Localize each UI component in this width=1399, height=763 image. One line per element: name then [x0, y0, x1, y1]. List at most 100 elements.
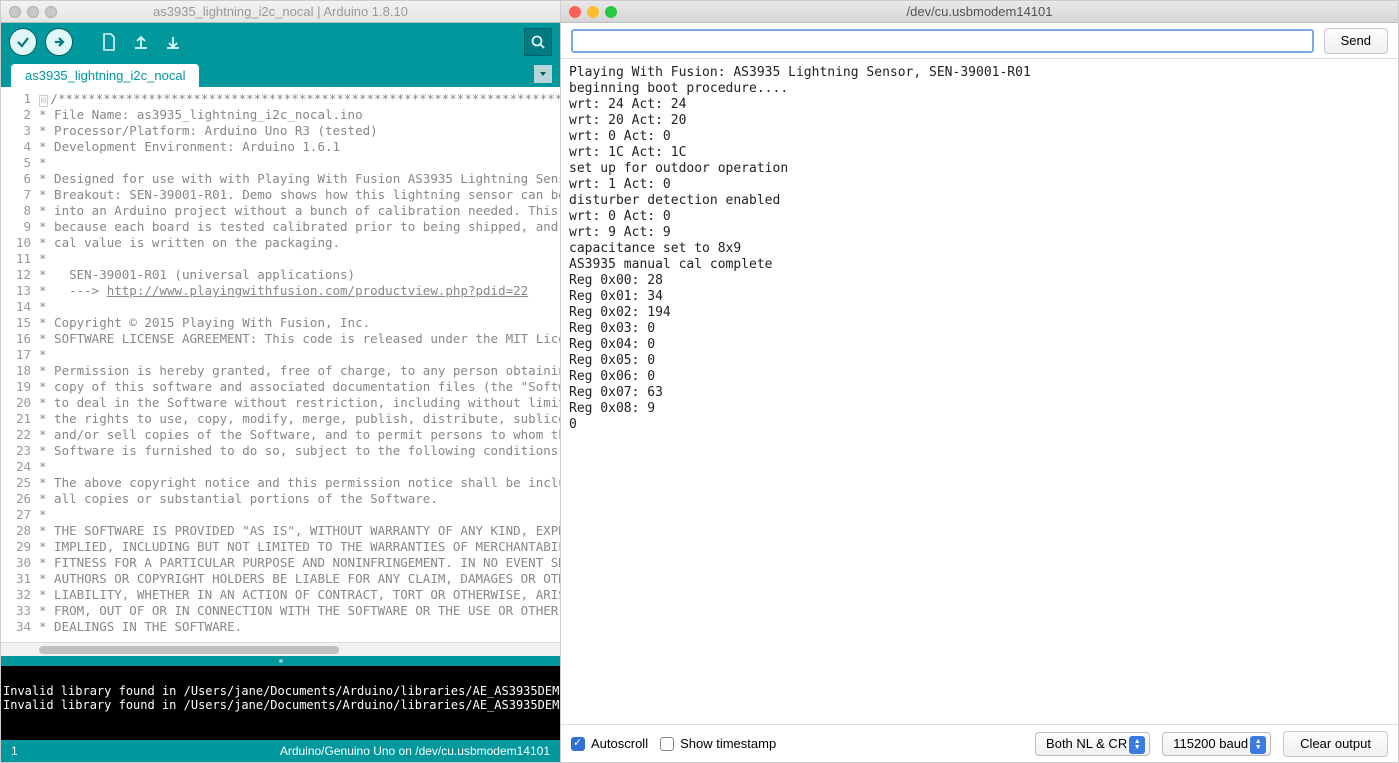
verify-button[interactable]: [9, 28, 37, 56]
code-line[interactable]: *: [39, 299, 560, 315]
line-number: 31: [1, 571, 31, 587]
code-line[interactable]: *: [39, 459, 560, 475]
line-ending-select[interactable]: Both NL & CR ▲▼: [1035, 732, 1150, 756]
open-file-button[interactable]: [129, 30, 153, 54]
send-button[interactable]: Send: [1324, 28, 1388, 54]
code-line[interactable]: * FROM, OUT OF OR IN CONNECTION WITH THE…: [39, 603, 560, 619]
status-board-port: Arduino/Genuino Uno on /dev/cu.usbmodem1…: [280, 744, 550, 758]
code-line[interactable]: * Copyright © 2015 Playing With Fusion, …: [39, 315, 560, 331]
editor-h-scrollbar[interactable]: [1, 642, 560, 656]
status-line-number: 1: [11, 744, 18, 758]
serial-send-input[interactable]: [571, 29, 1314, 53]
serial-window-title: /dev/cu.usbmodem14101: [561, 4, 1398, 19]
serial-output[interactable]: Playing With Fusion: AS3935 Lightning Se…: [561, 59, 1398, 724]
line-number: 23: [1, 443, 31, 459]
timestamp-checkbox[interactable]: [660, 737, 674, 751]
serial-titlebar: /dev/cu.usbmodem14101: [561, 1, 1398, 23]
code-line[interactable]: * Designed for use with with Playing Wit…: [39, 171, 560, 187]
code-line[interactable]: * Processor/Platform: Arduino Uno R3 (te…: [39, 123, 560, 139]
new-file-button[interactable]: [97, 30, 121, 54]
line-number: 19: [1, 379, 31, 395]
line-number: 13: [1, 283, 31, 299]
code-line[interactable]: * Breakout: SEN-39001-R01. Demo shows ho…: [39, 187, 560, 203]
line-number: 2: [1, 107, 31, 123]
code-url-link[interactable]: http://www.playingwithfusion.com/product…: [107, 283, 528, 298]
code-line[interactable]: * Software is furnished to do so, subjec…: [39, 443, 560, 459]
line-number: 29: [1, 539, 31, 555]
code-line[interactable]: * THE SOFTWARE IS PROVIDED "AS IS", WITH…: [39, 523, 560, 539]
code-line[interactable]: * Development Environment: Arduino 1.6.1: [39, 139, 560, 155]
code-line[interactable]: * IMPLIED, INCLUDING BUT NOT LIMITED TO …: [39, 539, 560, 555]
clear-output-button[interactable]: Clear output: [1283, 731, 1388, 757]
line-number: 25: [1, 475, 31, 491]
save-file-button[interactable]: [161, 30, 185, 54]
code-line[interactable]: * into an Arduino project without a bunc…: [39, 203, 560, 219]
ide-statusbar: 1 Arduino/Genuino Uno on /dev/cu.usbmode…: [1, 740, 560, 762]
code-line[interactable]: *: [39, 507, 560, 523]
line-number: 11: [1, 251, 31, 267]
ide-tabbar: as3935_lightning_i2c_nocal: [1, 61, 560, 87]
baud-rate-value: 115200 baud: [1173, 736, 1248, 751]
code-line[interactable]: * cal value is written on the packaging.: [39, 235, 560, 251]
line-number: 30: [1, 555, 31, 571]
console-resize-handle[interactable]: [1, 656, 560, 666]
line-number: 15: [1, 315, 31, 331]
code-line[interactable]: * and/or sell copies of the Software, an…: [39, 427, 560, 443]
code-line[interactable]: * to deal in the Software without restri…: [39, 395, 560, 411]
code-area[interactable]: ⊟/**************************************…: [37, 87, 560, 642]
code-line[interactable]: * DEALINGS IN THE SOFTWARE.: [39, 619, 560, 635]
code-line[interactable]: *: [39, 155, 560, 171]
code-line[interactable]: * because each board is tested calibrate…: [39, 219, 560, 235]
line-number: 34: [1, 619, 31, 635]
serial-bottom-bar: Autoscroll Show timestamp Both NL & CR ▲…: [561, 724, 1398, 762]
autoscroll-checkbox-label[interactable]: Autoscroll: [571, 736, 648, 751]
code-line[interactable]: * SEN-39001-R01 (universal applications): [39, 267, 560, 283]
line-number: 12: [1, 267, 31, 283]
code-line[interactable]: * SOFTWARE LICENSE AGREEMENT: This code …: [39, 331, 560, 347]
serial-monitor-window: /dev/cu.usbmodem14101 Send Playing With …: [560, 0, 1399, 763]
code-line[interactable]: * File Name: as3935_lightning_i2c_nocal.…: [39, 107, 560, 123]
tab-menu-dropdown-icon[interactable]: [534, 65, 552, 83]
code-line[interactable]: * AUTHORS OR COPYRIGHT HOLDERS BE LIABLE…: [39, 571, 560, 587]
chevron-updown-icon: ▲▼: [1250, 736, 1266, 754]
code-line[interactable]: * The above copyright notice and this pe…: [39, 475, 560, 491]
code-editor[interactable]: 1234567891011121314151617181920212223242…: [1, 87, 560, 642]
timestamp-checkbox-label[interactable]: Show timestamp: [660, 736, 776, 751]
code-line[interactable]: * the rights to use, copy, modify, merge…: [39, 411, 560, 427]
line-number: 20: [1, 395, 31, 411]
baud-rate-select[interactable]: 115200 baud ▲▼: [1162, 732, 1271, 756]
editor-tab[interactable]: as3935_lightning_i2c_nocal: [11, 64, 199, 87]
ide-toolbar: [1, 23, 560, 61]
line-number: 28: [1, 523, 31, 539]
line-number: 10: [1, 235, 31, 251]
serial-monitor-button[interactable]: [524, 28, 552, 56]
line-number: 7: [1, 187, 31, 203]
code-line[interactable]: * FITNESS FOR A PARTICULAR PURPOSE AND N…: [39, 555, 560, 571]
line-number: 5: [1, 155, 31, 171]
code-line[interactable]: *: [39, 347, 560, 363]
autoscroll-checkbox[interactable]: [571, 737, 585, 751]
line-number: 22: [1, 427, 31, 443]
upload-button[interactable]: [45, 28, 73, 56]
line-number: 16: [1, 331, 31, 347]
code-line[interactable]: * all copies or substantial portions of …: [39, 491, 560, 507]
line-number: 32: [1, 587, 31, 603]
code-line[interactable]: ⊟/**************************************…: [39, 91, 560, 107]
line-number: 26: [1, 491, 31, 507]
code-line[interactable]: * ---> http://www.playingwithfusion.com/…: [39, 283, 560, 299]
code-line[interactable]: *: [39, 251, 560, 267]
ide-titlebar: as3935_lightning_i2c_nocal | Arduino 1.8…: [1, 1, 560, 23]
line-number: 9: [1, 219, 31, 235]
line-number: 4: [1, 139, 31, 155]
line-number: 6: [1, 171, 31, 187]
line-number: 17: [1, 347, 31, 363]
ide-window-title: as3935_lightning_i2c_nocal | Arduino 1.8…: [1, 4, 560, 19]
line-number: 8: [1, 203, 31, 219]
code-line[interactable]: * Permission is hereby granted, free of …: [39, 363, 560, 379]
line-number: 24: [1, 459, 31, 475]
line-number: 27: [1, 507, 31, 523]
code-line[interactable]: * LIABILITY, WHETHER IN AN ACTION OF CON…: [39, 587, 560, 603]
line-number: 21: [1, 411, 31, 427]
code-line[interactable]: * copy of this software and associated d…: [39, 379, 560, 395]
line-ending-value: Both NL & CR: [1046, 736, 1127, 751]
